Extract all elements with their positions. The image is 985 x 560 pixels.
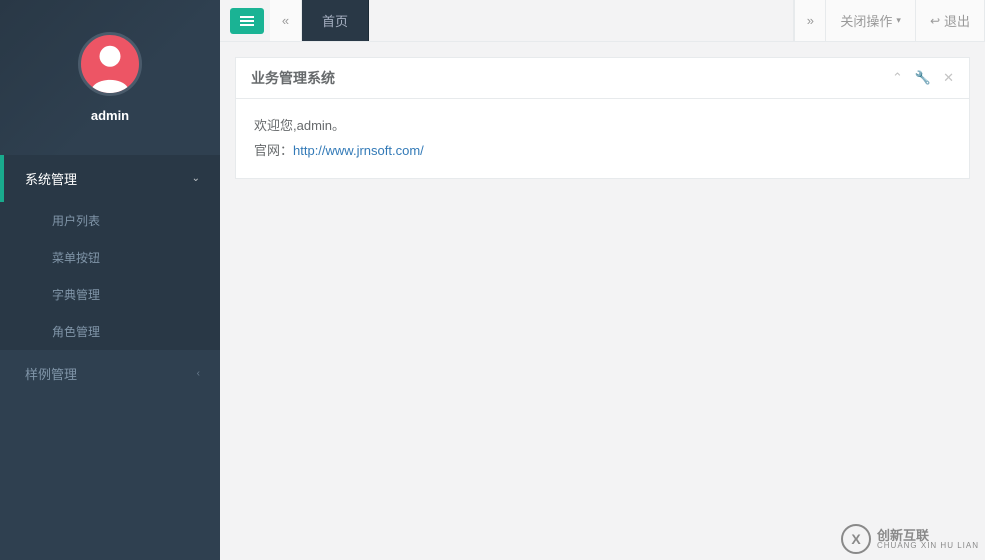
sidebar-sub-roles[interactable]: 角色管理 xyxy=(0,313,220,350)
tab-home[interactable]: 首页 xyxy=(302,0,369,41)
sidebar-item-sample[interactable]: 样例管理 ‹ xyxy=(0,350,220,397)
chevron-left-icon: ‹ xyxy=(197,368,200,379)
welcome-username: admin xyxy=(297,118,332,133)
sidebar: admin 系统管理 ⌄ 用户列表 菜单按钮 字典管理 角色管理 样例管理 ‹ xyxy=(0,0,220,560)
caret-down-icon: ▾ xyxy=(896,15,901,26)
collapse-icon[interactable]: ⌃ xyxy=(892,70,903,86)
tabs-scroll-right-button[interactable]: » xyxy=(794,0,826,41)
avatar[interactable] xyxy=(78,32,142,96)
sidebar-sub-menu-buttons[interactable]: 菜单按钮 xyxy=(0,239,220,276)
panel-title: 业务管理系统 xyxy=(251,68,335,88)
welcome-prefix: 欢迎您, xyxy=(254,118,297,133)
profile-block: admin xyxy=(0,0,220,155)
user-icon xyxy=(82,37,138,93)
sidebar-sub-dictionary[interactable]: 字典管理 xyxy=(0,276,220,313)
double-chevron-right-icon: » xyxy=(807,13,814,28)
wrench-icon[interactable]: 🔧 xyxy=(915,70,931,86)
sidebar-nav: 系统管理 ⌄ 用户列表 菜单按钮 字典管理 角色管理 样例管理 ‹ xyxy=(0,155,220,397)
sidebar-sub-users[interactable]: 用户列表 xyxy=(0,202,220,239)
toggle-sidebar-button[interactable] xyxy=(230,8,264,34)
close-operations-label: 关闭操作 xyxy=(840,11,892,30)
panel-body: 欢迎您,admin。 官网：http://www.jrnsoft.com/ xyxy=(236,99,969,178)
tabs-empty-space xyxy=(369,0,794,41)
topbar: « 首页 » 关闭操作 ▾ ↪ 退出 xyxy=(220,0,985,42)
logout-button[interactable]: ↪ 退出 xyxy=(916,0,985,41)
logout-label: 退出 xyxy=(944,11,970,30)
tabs-scroll-left-button[interactable]: « xyxy=(270,0,302,41)
welcome-panel: 业务管理系统 ⌃ 🔧 ✕ 欢迎您,admin。 官网：http://www.jr… xyxy=(235,57,970,179)
close-operations-dropdown[interactable]: 关闭操作 ▾ xyxy=(826,0,916,41)
main-area: « 首页 » 关闭操作 ▾ ↪ 退出 业务管理系统 ⌃ 🔧 ✕ xyxy=(220,0,985,560)
sidebar-item-system[interactable]: 系统管理 ⌄ xyxy=(0,155,220,202)
chevron-down-icon: ⌄ xyxy=(192,173,200,184)
site-label: 官网： xyxy=(254,143,293,158)
double-chevron-left-icon: « xyxy=(282,13,289,28)
sidebar-item-label: 系统管理 xyxy=(25,169,77,188)
site-line: 官网：http://www.jrnsoft.com/ xyxy=(254,139,951,164)
username: admin xyxy=(91,108,129,123)
sidebar-submenu-system: 用户列表 菜单按钮 字典管理 角色管理 xyxy=(0,202,220,350)
welcome-text: 欢迎您,admin。 xyxy=(254,114,951,139)
close-icon[interactable]: ✕ xyxy=(943,70,954,86)
panel-tools: ⌃ 🔧 ✕ xyxy=(892,70,954,86)
site-link[interactable]: http://www.jrnsoft.com/ xyxy=(293,143,424,158)
panel-header: 业务管理系统 ⌃ 🔧 ✕ xyxy=(236,58,969,99)
content-area: 业务管理系统 ⌃ 🔧 ✕ 欢迎您,admin。 官网：http://www.jr… xyxy=(220,42,985,194)
sidebar-item-label: 样例管理 xyxy=(25,364,77,383)
welcome-suffix: 。 xyxy=(332,118,345,133)
logout-icon: ↪ xyxy=(930,14,940,28)
